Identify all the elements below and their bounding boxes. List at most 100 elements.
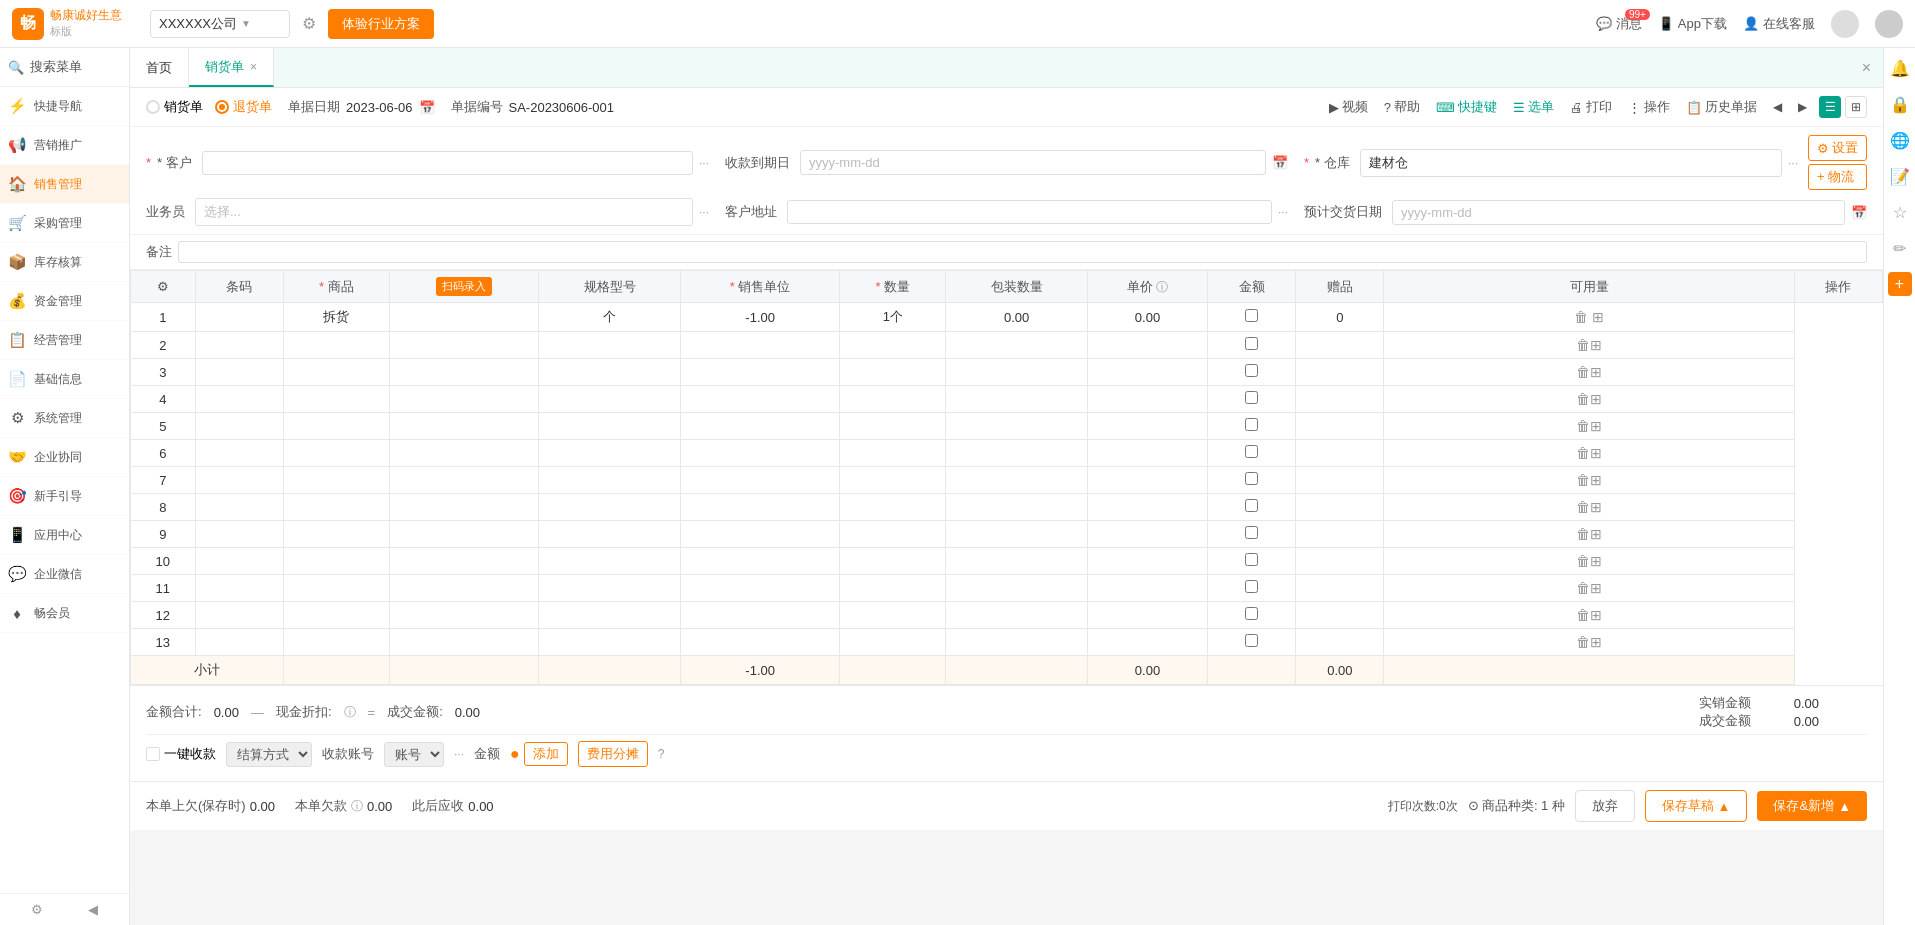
delete-row-9-icon[interactable]: 🗑 xyxy=(1576,526,1590,542)
order-num-value[interactable]: SA-20230606-001 xyxy=(509,100,615,115)
app-download-btn[interactable]: 📱 App下载 xyxy=(1658,15,1727,33)
copy-row-9-icon[interactable]: ⊞ xyxy=(1590,526,1602,542)
salesperson-more-icon[interactable]: ··· xyxy=(699,205,709,219)
date-value[interactable]: 2023-06-06 xyxy=(346,100,413,115)
gift-checkbox-6[interactable] xyxy=(1245,445,1258,458)
history-btn[interactable]: 📋 历史单据 xyxy=(1682,96,1761,118)
calendar-icon[interactable]: 📅 xyxy=(419,100,435,115)
copy-row-10-icon[interactable]: ⊞ xyxy=(1590,553,1602,569)
copy-row-12-icon[interactable]: ⊞ xyxy=(1590,607,1602,623)
gift-checkbox-7[interactable] xyxy=(1245,472,1258,485)
delete-row-6-icon[interactable]: 🗑 xyxy=(1576,445,1590,461)
add-payment-btn[interactable]: 添加 xyxy=(524,742,568,766)
radio-return[interactable]: 退货单 xyxy=(215,98,272,116)
sidebar-item-marketing[interactable]: 📢 营销推广 xyxy=(0,126,129,165)
expense-split-btn[interactable]: 费用分摊 xyxy=(578,741,648,767)
panel-lock-icon[interactable]: 🔒 xyxy=(1888,92,1912,116)
gift-checkbox-13[interactable] xyxy=(1245,634,1258,647)
copy-row-6-icon[interactable]: ⊞ xyxy=(1590,445,1602,461)
sidebar-collapse-icon[interactable]: ◀ xyxy=(88,902,98,917)
row-gift-1[interactable] xyxy=(1208,303,1296,332)
address-more-icon[interactable]: ··· xyxy=(1278,205,1288,219)
sidebar-item-app-center[interactable]: 📱 应用中心 xyxy=(0,516,129,555)
copy-row-11-icon[interactable]: ⊞ xyxy=(1590,580,1602,596)
copy-row-13-icon[interactable]: ⊞ xyxy=(1590,634,1602,650)
remarks-input[interactable] xyxy=(178,241,1867,263)
delete-row-3-icon[interactable]: 🗑 xyxy=(1576,364,1590,380)
scan-button[interactable]: 扫码录入 xyxy=(436,277,492,296)
print-btn[interactable]: 🖨 打印 xyxy=(1566,96,1616,118)
tab-bar-close-icon[interactable]: × xyxy=(1850,59,1883,77)
row-product-1[interactable]: 拆货 xyxy=(283,303,389,332)
payment-more-icon[interactable]: ··· xyxy=(454,747,464,761)
save-new-button[interactable]: 保存&新增 ▲ xyxy=(1757,791,1867,821)
row-unit-1[interactable]: 个 xyxy=(539,303,681,332)
shortcut-btn[interactable]: ⌨ 快捷键 xyxy=(1432,96,1501,118)
copy-row-3-icon[interactable]: ⊞ xyxy=(1590,364,1602,380)
warehouse-input[interactable]: 建材仓 xyxy=(1360,149,1782,177)
grid-view-btn[interactable]: ⊞ xyxy=(1845,96,1867,118)
avatar[interactable] xyxy=(1831,10,1859,38)
receive-date-calendar-icon[interactable]: 📅 xyxy=(1272,155,1288,170)
delete-row-2-icon[interactable]: 🗑 xyxy=(1576,337,1590,353)
logistics-button[interactable]: + 物流 xyxy=(1808,164,1867,190)
expected-delivery-calendar-icon[interactable]: 📅 xyxy=(1851,205,1867,220)
customer-input[interactable] xyxy=(202,151,693,175)
sidebar-item-beginner[interactable]: 🎯 新手引导 xyxy=(0,477,129,516)
sidebar-item-vip[interactable]: ♦ 畅会员 xyxy=(0,594,129,633)
delete-row-8-icon[interactable]: 🗑 xyxy=(1576,499,1590,515)
sidebar-item-base-info[interactable]: 📄 基础信息 xyxy=(0,360,129,399)
sidebar-item-inventory[interactable]: 📦 库存核算 xyxy=(0,243,129,282)
delete-row-11-icon[interactable]: 🗑 xyxy=(1576,580,1590,596)
sidebar-settings-icon[interactable]: ⚙ xyxy=(31,902,43,917)
row-barcode-1[interactable] xyxy=(195,303,283,332)
customer-address-input[interactable] xyxy=(787,200,1272,224)
gift-checkbox-3[interactable] xyxy=(1245,364,1258,377)
delete-row-7-icon[interactable]: 🗑 xyxy=(1576,472,1590,488)
operation-btn[interactable]: ⋮ 操作 xyxy=(1624,96,1674,118)
one-click-payment-checkbox[interactable]: 一键收款 xyxy=(146,745,216,763)
warehouse-more-icon[interactable]: ··· xyxy=(1788,156,1798,170)
one-click-checkbox[interactable] xyxy=(146,747,160,761)
sidebar-item-wechat[interactable]: 💬 企业微信 xyxy=(0,555,129,594)
copy-row-2-icon[interactable]: ⊞ xyxy=(1590,337,1602,353)
payment-method-select[interactable]: 结算方式 xyxy=(226,742,312,767)
delete-row-10-icon[interactable]: 🗑 xyxy=(1576,553,1590,569)
copy-row-8-icon[interactable]: ⊞ xyxy=(1590,499,1602,515)
product-type-icon[interactable]: ⊙ xyxy=(1468,798,1479,813)
save-draft-button[interactable]: 保存草稿 ▲ xyxy=(1645,790,1748,822)
sidebar-item-purchase-mgmt[interactable]: 🛒 采购管理 xyxy=(0,204,129,243)
tab-close-icon[interactable]: × xyxy=(250,60,257,74)
sidebar-item-operations[interactable]: 📋 经营管理 xyxy=(0,321,129,360)
video-btn[interactable]: ▶ 视频 xyxy=(1325,96,1372,118)
expense-info-icon[interactable]: ? xyxy=(658,747,665,761)
panel-note-icon[interactable]: 📝 xyxy=(1888,164,1912,188)
settings-icon[interactable]: ⚙ xyxy=(298,10,320,37)
gift-checkbox-2[interactable] xyxy=(1245,337,1258,350)
sidebar-search[interactable]: 🔍 搜索菜单 xyxy=(0,48,129,87)
gift-checkbox-12[interactable] xyxy=(1245,607,1258,620)
row-spec-1[interactable] xyxy=(389,303,539,332)
trial-button[interactable]: 体验行业方案 xyxy=(328,9,434,39)
sidebar-item-sys-mgmt[interactable]: ⚙ 系统管理 xyxy=(0,399,129,438)
panel-add-icon[interactable]: + xyxy=(1888,272,1912,296)
gift-checkbox-4[interactable] xyxy=(1245,391,1258,404)
gift-checkbox-11[interactable] xyxy=(1245,580,1258,593)
message-btn[interactable]: 💬 消息 99+ xyxy=(1596,15,1642,33)
add-payment-icon[interactable]: ● xyxy=(510,745,520,763)
receive-date-input[interactable]: yyyy-mm-dd xyxy=(800,150,1266,175)
delete-row-1-icon[interactable]: 🗑 xyxy=(1574,309,1588,325)
copy-row-4-icon[interactable]: ⊞ xyxy=(1590,391,1602,407)
sidebar-item-finance[interactable]: 💰 资金管理 xyxy=(0,282,129,321)
copy-row-1-icon[interactable]: ⊞ xyxy=(1592,309,1604,325)
gift-checkbox-8[interactable] xyxy=(1245,499,1258,512)
abandon-button[interactable]: 放弃 xyxy=(1575,790,1635,822)
online-support-btn[interactable]: 👤 在线客服 xyxy=(1743,15,1815,33)
gift-checkbox-5[interactable] xyxy=(1245,418,1258,431)
delete-row-4-icon[interactable]: 🗑 xyxy=(1576,391,1590,407)
th-scan[interactable]: 扫码录入 xyxy=(389,271,539,303)
tab-sales-order[interactable]: 销货单 × xyxy=(189,48,274,87)
panel-edit-icon[interactable]: ✏ xyxy=(1888,236,1912,260)
radio-sales[interactable]: 销货单 xyxy=(146,98,203,116)
tab-home[interactable]: 首页 xyxy=(130,48,189,87)
